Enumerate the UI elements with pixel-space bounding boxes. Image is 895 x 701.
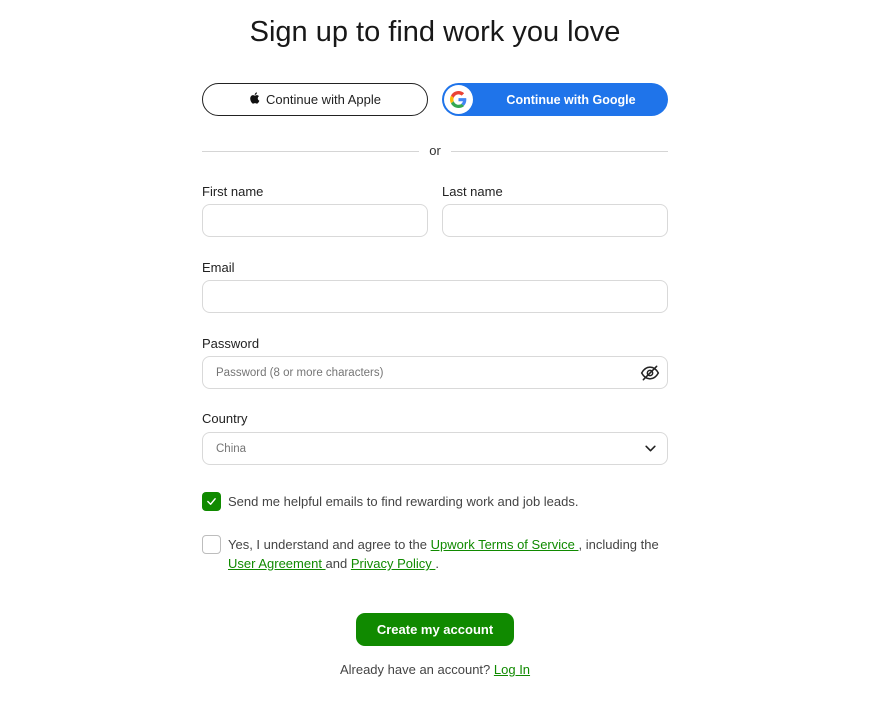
password-label: Password [202,336,260,351]
divider-right [451,151,668,152]
checkmark-icon [207,498,216,505]
email-input[interactable] [202,280,668,313]
country-select[interactable]: China [202,432,668,465]
continue-with-google-button[interactable]: Continue with Google [442,83,668,116]
terms-of-service-link[interactable]: Upwork Terms of Service [431,537,579,552]
emails-opt-in-label: Send me helpful emails to find rewarding… [228,494,579,509]
google-icon [444,85,473,114]
create-account-button[interactable]: Create my account [356,613,514,646]
email-label: Email [202,260,235,275]
privacy-policy-link[interactable]: Privacy Policy [351,556,436,571]
terms-text-2: , including the [578,537,659,552]
login-link[interactable]: Log In [494,662,530,677]
chevron-down-icon [644,442,657,458]
login-prompt-text: Already have an account? [339,662,494,677]
continue-with-apple-button[interactable]: Continue with Apple [202,83,428,116]
last-name-input[interactable] [442,204,668,237]
terms-text-1: Yes, I understand and agree to the [228,537,431,552]
country-label: Country [202,411,248,426]
terms-text-3: and [325,556,351,571]
user-agreement-link[interactable]: User Agreement [228,556,326,571]
password-placeholder: Password (8 or more characters) [216,366,384,379]
password-input[interactable]: Password (8 or more characters) [202,356,668,389]
page-title: Sign up to find work you love [249,16,621,48]
first-name-input[interactable] [202,204,428,237]
first-name-label: First name [202,184,264,199]
terms-checkbox[interactable] [202,535,221,554]
emails-opt-in-checkbox[interactable] [202,492,221,511]
apple-button-label: Continue with Apple [266,92,381,107]
login-prompt: Already have an account? Log In [0,662,870,677]
divider-left [202,151,419,152]
google-button-label: Continue with Google [506,92,636,107]
terms-text-4: . [435,556,440,571]
terms-text: Yes, I understand and agree to the Upwor… [228,535,668,573]
or-separator: or [429,143,441,158]
eye-off-icon[interactable] [640,363,660,386]
apple-icon [249,92,260,107]
last-name-label: Last name [442,184,503,199]
country-value: China [216,442,247,455]
